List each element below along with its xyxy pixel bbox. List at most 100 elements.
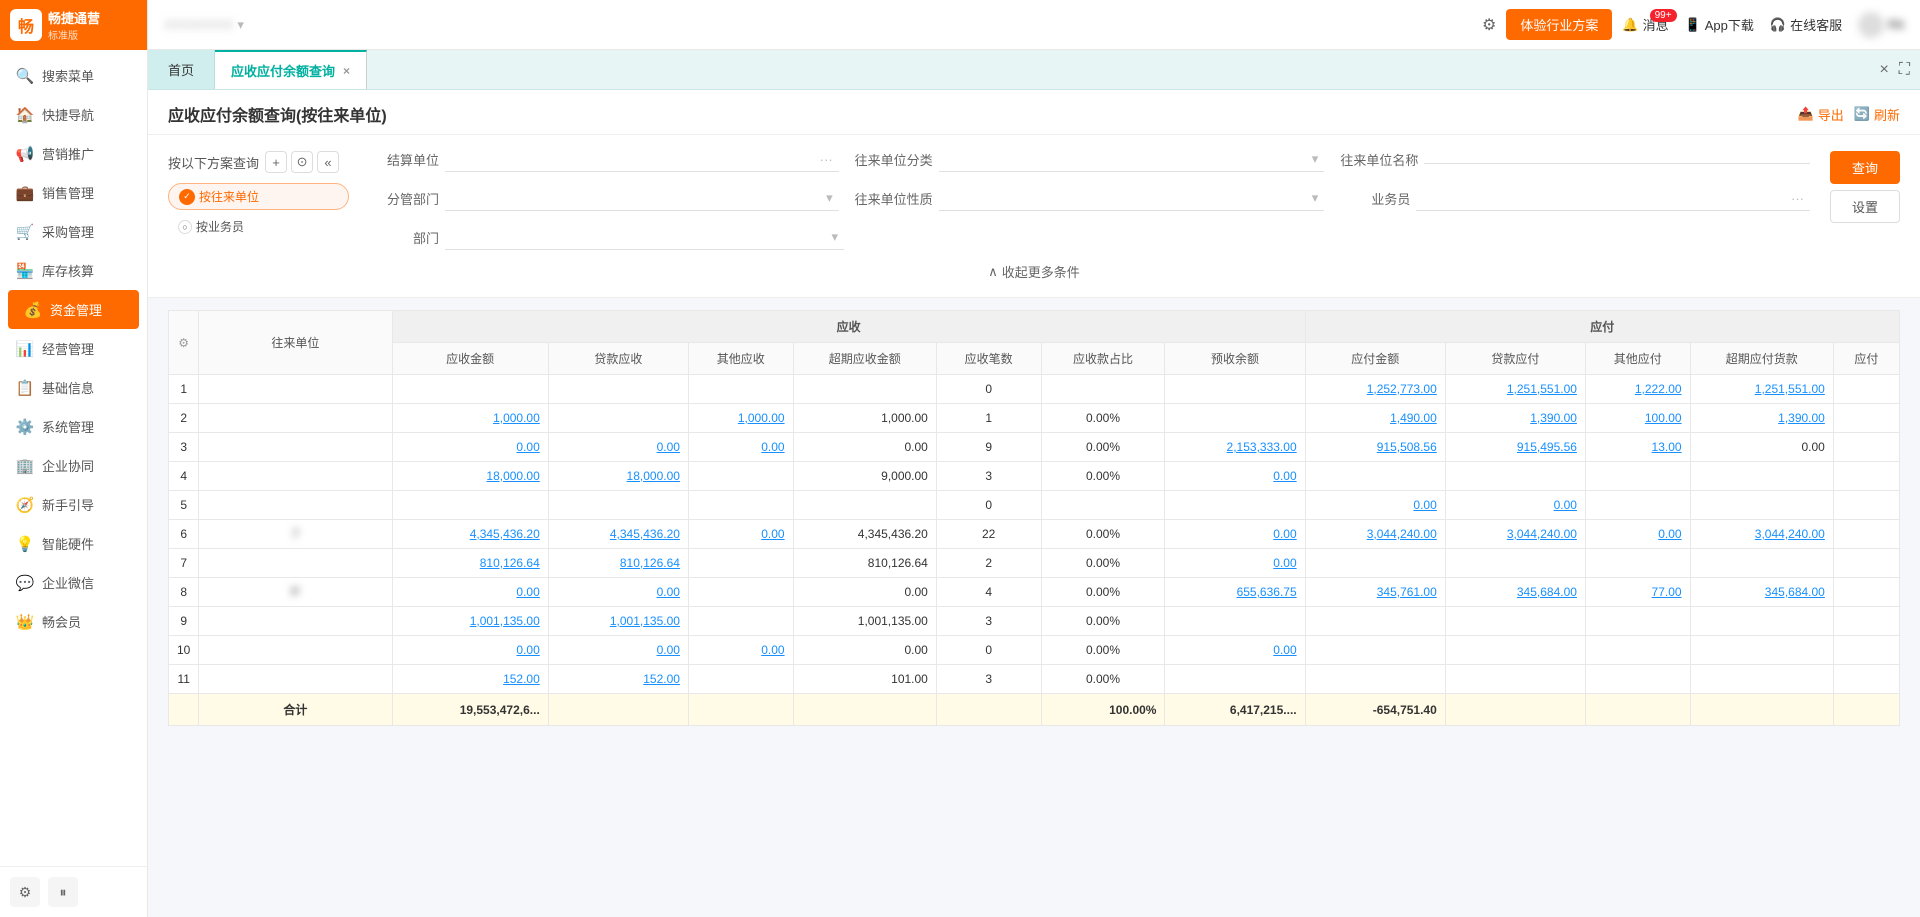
row-pay-loan[interactable]: 915,495.56 (1445, 433, 1585, 462)
row-recv-prepay[interactable]: 2,153,333.00 (1165, 433, 1305, 462)
refresh-button[interactable]: 🔄 刷新 (1854, 105, 1900, 124)
scheme-by-partner[interactable]: ✓ 按往来单位 (168, 183, 349, 210)
row-recv-loan[interactable]: 810,126.64 (548, 549, 688, 578)
close-window-icon[interactable]: × (1879, 61, 1888, 79)
row-pay-amount[interactable]: 3,044,240.00 (1305, 520, 1445, 549)
row-pay-amount[interactable]: 1,252,773.00 (1305, 375, 1445, 404)
sidebar-item-inventory[interactable]: 🏪 库存核算 (0, 251, 147, 290)
sidebar-item-marketing[interactable]: 📢 营销推广 (0, 134, 147, 173)
row-recv-loan[interactable]: 152.00 (548, 665, 688, 694)
row-recv-loan[interactable]: 18,000.00 (548, 462, 688, 491)
row-recv-prepay[interactable]: 655,636.75 (1165, 578, 1305, 607)
row-pay-loan[interactable]: 345,684.00 (1445, 578, 1585, 607)
row-pay-other[interactable]: 1,222.00 (1585, 375, 1690, 404)
dept2-select[interactable]: ▾ (445, 225, 844, 250)
collapse-more-button[interactable]: ∧ 收起更多条件 (988, 258, 1080, 285)
sidebar-item-basic-info[interactable]: 📋 基础信息 (0, 368, 147, 407)
sidebar-item-finance[interactable]: 💰 资金管理 (8, 290, 139, 329)
sidebar-item-hardware[interactable]: 💡 智能硬件 (0, 524, 147, 563)
row-recv-ratio: 0.00% (1041, 404, 1165, 433)
tab-home[interactable]: 首页 (148, 50, 215, 89)
row-pay-loan[interactable]: 0.00 (1445, 491, 1585, 520)
row-recv-overdue (793, 491, 936, 520)
row-pay-amount[interactable]: 0.00 (1305, 491, 1445, 520)
sidebar-item-member[interactable]: 👑 畅会员 (0, 602, 147, 641)
salesman-dots: ··· (1791, 191, 1804, 206)
setting-button[interactable]: 设置 (1830, 190, 1900, 223)
partner-nature-select[interactable]: ▾ (939, 186, 1325, 211)
row-recv-prepay[interactable]: 0.00 (1165, 636, 1305, 665)
row-recv-other[interactable]: 1,000.00 (688, 404, 793, 433)
sidebar-collapse-btn[interactable]: ⏸ (48, 877, 78, 907)
sidebar-item-enterprise[interactable]: 🏢 企业协同 (0, 446, 147, 485)
partner-name-input[interactable] (1424, 155, 1810, 164)
settlement-unit-input[interactable]: ··· (445, 148, 839, 172)
row-pay-loan[interactable]: 1,390.00 (1445, 404, 1585, 433)
row-recv-other[interactable]: 0.00 (688, 433, 793, 462)
notice-button[interactable]: 🔔 消息 99+ (1622, 15, 1668, 34)
row-pay-other[interactable]: 100.00 (1585, 404, 1690, 433)
row-pay-other[interactable]: 77.00 (1585, 578, 1690, 607)
sidebar-item-search-menu[interactable]: 🔍 搜索菜单 (0, 56, 147, 95)
row-recv-loan[interactable]: 0.00 (548, 578, 688, 607)
row-recv-amount[interactable]: 810,126.64 (392, 549, 548, 578)
sidebar-item-system[interactable]: ⚙️ 系统管理 (0, 407, 147, 446)
row-pay-amount[interactable]: 345,761.00 (1305, 578, 1445, 607)
row-recv-other[interactable]: 0.00 (688, 520, 793, 549)
row-recv-ratio: 0.00% (1041, 462, 1165, 491)
partner-category-select[interactable]: ▾ (939, 147, 1325, 172)
table-gear-icon[interactable]: ⚙ (177, 336, 190, 350)
row-pay-overdue[interactable]: 345,684.00 (1690, 578, 1833, 607)
dept-select[interactable]: ▾ (445, 186, 839, 211)
add-scheme-btn[interactable]: + (265, 151, 287, 173)
row-pay-loan[interactable]: 3,044,240.00 (1445, 520, 1585, 549)
row-pay-other[interactable]: 13.00 (1585, 433, 1690, 462)
sidebar-item-quick-nav[interactable]: 🏠 快捷导航 (0, 95, 147, 134)
row-pay-overdue[interactable]: 1,390.00 (1690, 404, 1833, 433)
scheme-collapse-btn[interactable]: « (317, 151, 339, 173)
row-recv-amount[interactable]: 152.00 (392, 665, 548, 694)
sidebar-settings-btn[interactable]: ⚙ (10, 877, 40, 907)
row-pay-amount[interactable]: 915,508.56 (1305, 433, 1445, 462)
row-pay-amount[interactable]: 1,490.00 (1305, 404, 1445, 433)
row-pay-other[interactable]: 0.00 (1585, 520, 1690, 549)
scheme-settings-btn[interactable]: ⊙ (291, 151, 313, 173)
row-recv-amount[interactable]: 0.00 (392, 578, 548, 607)
row-recv-amount[interactable]: 0.00 (392, 636, 548, 665)
tab-close-icon[interactable]: × (343, 64, 350, 78)
row-recv-prepay[interactable]: 0.00 (1165, 520, 1305, 549)
row-recv-other[interactable]: 0.00 (688, 636, 793, 665)
row-pay-loan[interactable]: 1,251,551.00 (1445, 375, 1585, 404)
user-menu[interactable]: Rit (1858, 12, 1904, 38)
table-settings-header[interactable]: ⚙ (169, 311, 199, 375)
row-pay-other (1585, 636, 1690, 665)
maximize-icon[interactable]: ⛶ (1899, 61, 1910, 79)
sidebar-item-sales[interactable]: 💼 销售管理 (0, 173, 147, 212)
app-download-button[interactable]: 📱 App下载 (1685, 15, 1754, 34)
row-recv-amount[interactable]: 1,001,135.00 (392, 607, 548, 636)
row-recv-amount[interactable]: 0.00 (392, 433, 548, 462)
query-button[interactable]: 查询 (1830, 151, 1900, 184)
sidebar-item-purchase[interactable]: 🛒 采购管理 (0, 212, 147, 251)
row-recv-loan[interactable]: 1,001,135.00 (548, 607, 688, 636)
online-service-button[interactable]: 🎧 在线客服 (1770, 15, 1842, 34)
row-pay-overdue[interactable]: 1,251,551.00 (1690, 375, 1833, 404)
sidebar-item-operation[interactable]: 📊 经营管理 (0, 329, 147, 368)
row-recv-loan[interactable]: 4,345,436.20 (548, 520, 688, 549)
row-recv-amount[interactable]: 1,000.00 (392, 404, 548, 433)
scheme-by-salesman[interactable]: ○ 按业务员 (168, 214, 349, 239)
tab-active-ar-query[interactable]: 应收应付余额查询 × (215, 50, 367, 89)
row-recv-loan[interactable]: 0.00 (548, 433, 688, 462)
row-recv-prepay[interactable]: 0.00 (1165, 549, 1305, 578)
solution-button[interactable]: 体验行业方案 (1506, 9, 1612, 40)
row-recv-loan[interactable]: 0.00 (548, 636, 688, 665)
row-recv-amount[interactable]: 18,000.00 (392, 462, 548, 491)
export-button[interactable]: 📤 导出 (1798, 105, 1844, 124)
salesman-input[interactable]: ··· (1416, 187, 1810, 211)
gear-icon[interactable]: ⚙ (1482, 15, 1496, 35)
sidebar-item-guide[interactable]: 🧭 新手引导 (0, 485, 147, 524)
row-pay-overdue[interactable]: 3,044,240.00 (1690, 520, 1833, 549)
row-recv-amount[interactable]: 4,345,436.20 (392, 520, 548, 549)
sidebar-item-wechat[interactable]: 💬 企业微信 (0, 563, 147, 602)
row-recv-prepay[interactable]: 0.00 (1165, 462, 1305, 491)
